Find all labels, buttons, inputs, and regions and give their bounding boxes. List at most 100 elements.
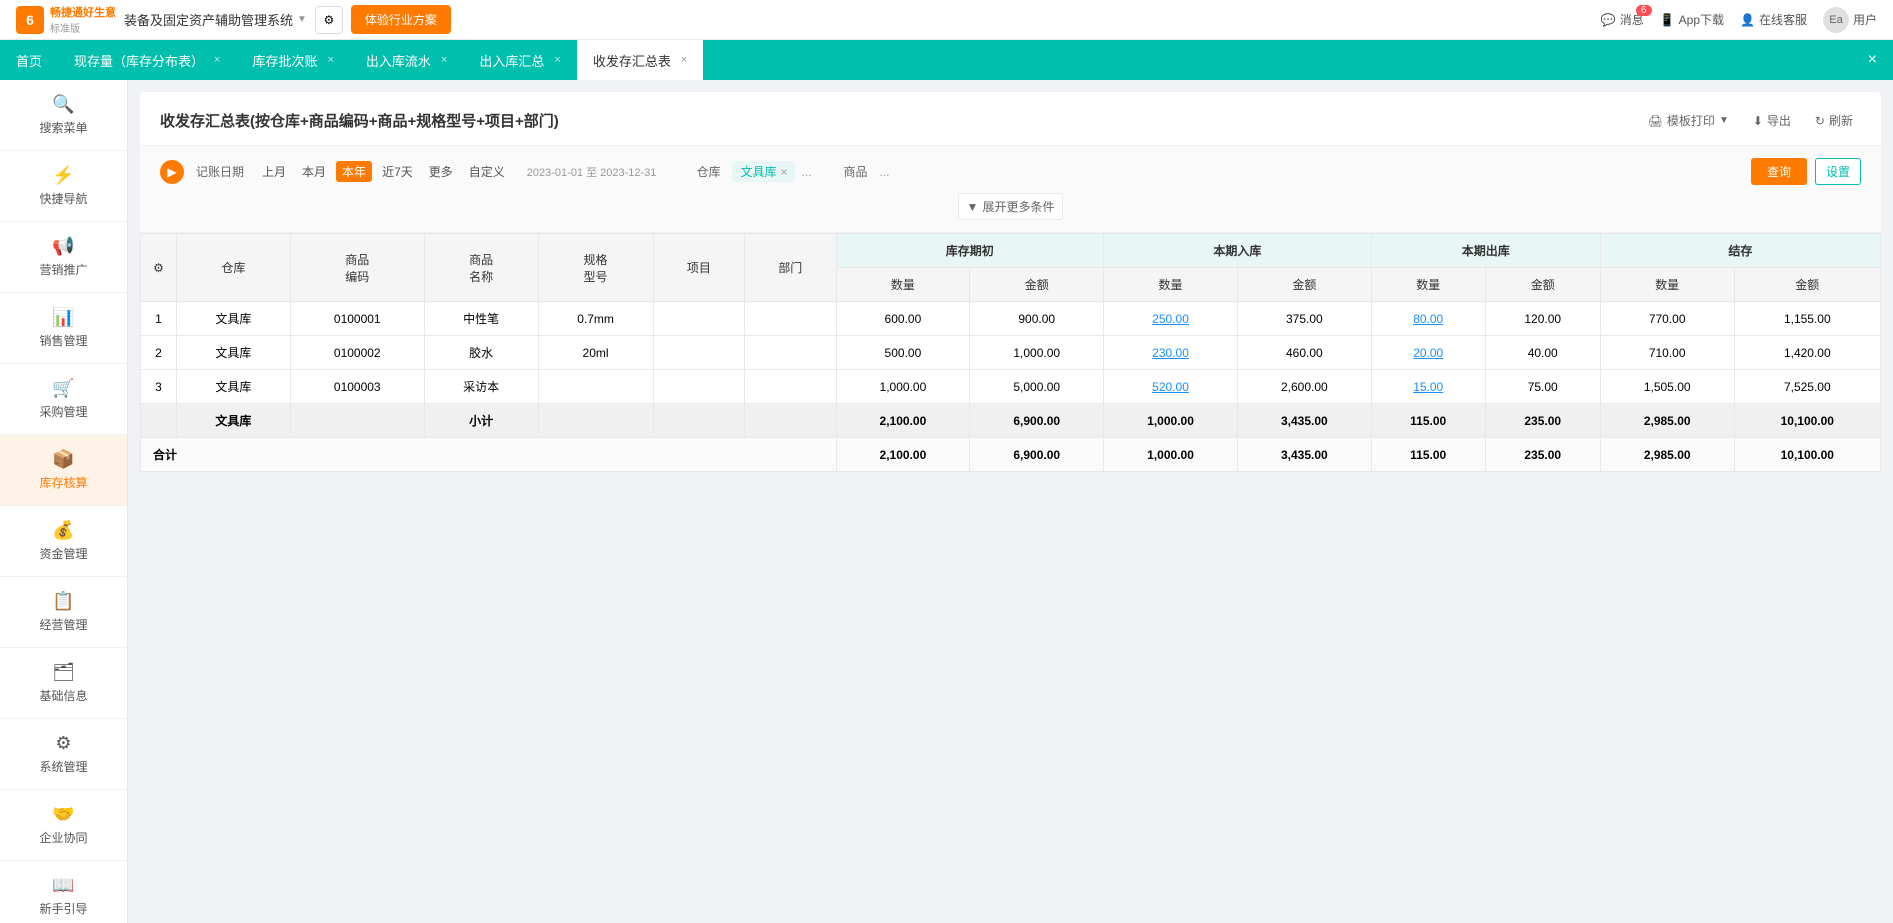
total-in-amt: 3,435.00 xyxy=(1237,438,1371,472)
total-row: 合计 2,100.00 6,900.00 1,000.00 3,435.00 1… xyxy=(141,438,1881,472)
sidebar-item-guide[interactable]: 📖 新手引导 xyxy=(0,861,127,923)
row-project xyxy=(653,370,744,404)
row-out-qty[interactable]: 80.00 xyxy=(1371,302,1485,336)
row-out-qty[interactable]: 20.00 xyxy=(1371,336,1485,370)
row-open-amt: 5,000.00 xyxy=(970,370,1104,404)
header-right: 💬 消息 6 📱 App下载 👤 在线客服 Ea 用户 xyxy=(1601,7,1877,33)
table-row: 3 文具库 0100003 采访本 1,000.00 5,000.00 520.… xyxy=(141,370,1881,404)
expand-label: 展开更多条件 xyxy=(982,198,1054,215)
global-close-button[interactable]: × xyxy=(1852,51,1893,69)
row-no xyxy=(141,404,177,438)
product-label: 商品 xyxy=(844,163,868,180)
row-name: 小计 xyxy=(424,404,538,438)
row-open-amt: 1,000.00 xyxy=(970,336,1104,370)
tab-recv-send-close[interactable]: × xyxy=(681,54,687,66)
col-spec-header: 规格型号 xyxy=(538,234,653,302)
enterprise-icon: 🤝 xyxy=(52,804,74,825)
page-content: 收发存汇总表(按仓库+商品编码+商品+规格型号+项目+部门) 🖨 模板打印 ▼ … xyxy=(128,80,1893,923)
app-download-button[interactable]: 📱 App下载 xyxy=(1660,11,1724,28)
date-opt-custom[interactable]: 自定义 xyxy=(463,161,511,182)
sidebar-item-search[interactable]: 🔍 搜索菜单 xyxy=(0,80,127,151)
col-settings-header[interactable]: ⚙ xyxy=(141,234,177,302)
date-opt-more[interactable]: 更多 xyxy=(423,161,459,182)
row-project xyxy=(653,404,744,438)
sidebar-label-quick: 快捷导航 xyxy=(39,190,87,207)
sidebar-item-system[interactable]: ⚙ 系统管理 xyxy=(0,719,127,790)
finance-icon: 💰 xyxy=(52,520,74,541)
row-out-amt: 75.00 xyxy=(1485,370,1600,404)
system-title-dropdown[interactable]: 装备及固定资产辅助管理系统 ▼ xyxy=(124,10,307,29)
col-open-qty-header: 数量 xyxy=(836,268,970,302)
row-out-amt: 120.00 xyxy=(1485,302,1600,336)
row-spec: 0.7mm xyxy=(538,302,653,336)
product-more[interactable]: ... xyxy=(880,165,890,179)
gear-button[interactable]: ⚙ xyxy=(315,6,343,34)
messages-button[interactable]: 💬 消息 6 xyxy=(1601,11,1644,28)
export-button[interactable]: ⬇ 导出 xyxy=(1745,108,1799,133)
sidebar-item-purchase[interactable]: 🛒 采购管理 xyxy=(0,364,127,435)
query-button[interactable]: 查询 xyxy=(1751,158,1807,185)
tab-inout-summary[interactable]: 出入库汇总 × xyxy=(463,40,576,80)
sidebar-item-marketing[interactable]: 📢 营销推广 xyxy=(0,222,127,293)
row-in-qty[interactable]: 250.00 xyxy=(1104,302,1238,336)
sidebar-item-basic-info[interactable]: 🗂 基础信息 xyxy=(0,648,127,719)
warehouse-tag-remove[interactable]: × xyxy=(780,165,787,179)
sidebar-item-quick-nav[interactable]: ⚡ 快捷导航 xyxy=(0,151,127,222)
search-icon: 🔍 xyxy=(52,94,74,115)
row-out-qty[interactable]: 15.00 xyxy=(1371,370,1485,404)
tab-inout-summary-label: 出入库汇总 xyxy=(479,51,544,70)
tab-inout-flow[interactable]: 出入库流水 × xyxy=(350,40,463,80)
date-options: 上月 本月 本年 近7天 更多 自定义 xyxy=(256,161,511,182)
inventory-icon: 📦 xyxy=(52,449,74,470)
row-in-qty[interactable]: 520.00 xyxy=(1104,370,1238,404)
date-opt-last7[interactable]: 近7天 xyxy=(376,161,419,182)
warehouse-tag-text: 文具库 xyxy=(740,163,776,180)
sidebar-item-sales[interactable]: 📊 销售管理 xyxy=(0,293,127,364)
sidebar-item-inventory[interactable]: 📦 库存核算 xyxy=(0,435,127,506)
tab-batch-ledger[interactable]: 库存批次账 × xyxy=(236,40,349,80)
tab-batch-ledger-label: 库存批次账 xyxy=(252,51,317,70)
row-dept xyxy=(745,404,836,438)
tab-batch-ledger-close[interactable]: × xyxy=(327,54,333,66)
tab-stock-dist-close[interactable]: × xyxy=(214,54,220,66)
tab-home[interactable]: 首页 xyxy=(0,40,58,80)
tab-recv-send[interactable]: 收发存汇总表 × xyxy=(577,40,703,80)
refresh-button[interactable]: ↻ 刷新 xyxy=(1807,108,1861,133)
online-service-button[interactable]: 👤 在线客服 xyxy=(1740,11,1807,28)
tab-inout-summary-close[interactable]: × xyxy=(554,54,560,66)
service-icon: 👤 xyxy=(1740,13,1755,27)
sidebar-item-enterprise[interactable]: 🤝 企业协同 xyxy=(0,790,127,861)
row-dept xyxy=(745,370,836,404)
report-actions: 🖨 模板打印 ▼ ⬇ 导出 ↻ 刷新 xyxy=(1640,108,1861,133)
row-code: 0100001 xyxy=(290,302,424,336)
setting-button[interactable]: 设置 xyxy=(1815,158,1861,185)
filter-toggle-button[interactable]: ▶ xyxy=(160,160,184,184)
row-bal-qty: 2,985.00 xyxy=(1600,404,1734,438)
print-button[interactable]: 🖨 模板打印 ▼ xyxy=(1640,108,1737,133)
tab-inout-flow-close[interactable]: × xyxy=(441,54,447,66)
date-opt-last-month[interactable]: 上月 xyxy=(256,161,292,182)
col-in-amt-header: 金额 xyxy=(1237,268,1371,302)
table-row: 文具库 小计 2,100.00 6,900.00 1,000.00 3,435.… xyxy=(141,404,1881,438)
expand-conditions-button[interactable]: ▼ 展开更多条件 xyxy=(958,193,1064,220)
tab-stock-dist[interactable]: 现存量（库存分布表） × xyxy=(58,40,236,80)
sidebar-item-operations[interactable]: 📋 经营管理 xyxy=(0,577,127,648)
table-body: 1 文具库 0100001 中性笔 0.7mm 600.00 900.00 25… xyxy=(141,302,1881,438)
row-dept xyxy=(745,336,836,370)
total-out-amt: 235.00 xyxy=(1485,438,1600,472)
col-code-header: 商品编码 xyxy=(290,234,424,302)
user-menu-button[interactable]: Ea 用户 xyxy=(1823,7,1877,33)
sidebar-label-guide: 新手引导 xyxy=(39,900,87,917)
row-project xyxy=(653,336,744,370)
row-out-amt: 40.00 xyxy=(1485,336,1600,370)
row-spec xyxy=(538,404,653,438)
trial-button[interactable]: 体验行业方案 xyxy=(351,5,451,34)
date-opt-this-year[interactable]: 本年 xyxy=(336,161,372,182)
sidebar-item-finance[interactable]: 💰 资金管理 xyxy=(0,506,127,577)
warehouse-more[interactable]: ... xyxy=(801,165,811,179)
row-in-qty[interactable]: 230.00 xyxy=(1104,336,1238,370)
date-opt-this-month[interactable]: 本月 xyxy=(296,161,332,182)
total-open-qty: 2,100.00 xyxy=(836,438,970,472)
row-open-amt: 900.00 xyxy=(970,302,1104,336)
row-project xyxy=(653,302,744,336)
